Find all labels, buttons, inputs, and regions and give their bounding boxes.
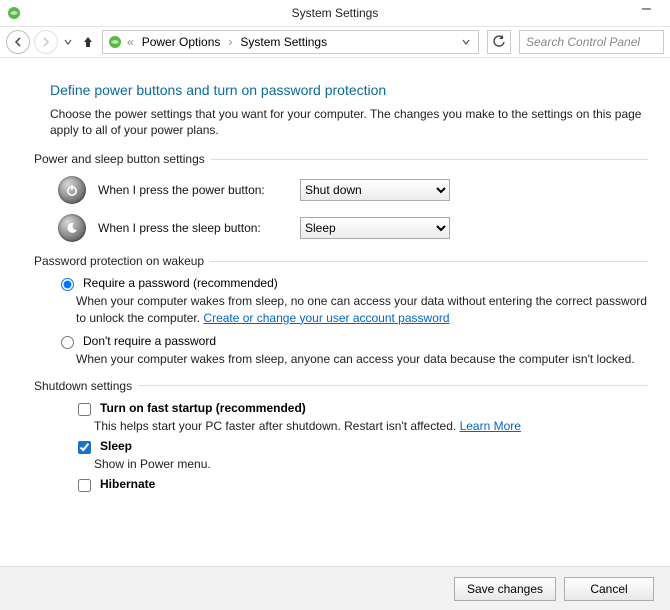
save-button[interactable]: Save changes [454,577,556,601]
sleep-button-select[interactable]: Do nothingSleepHibernateShut down [300,217,450,239]
sleep-desc: Show in Power menu. [94,457,648,471]
fast-startup-input[interactable] [78,403,91,416]
address-dropdown[interactable] [458,38,474,46]
require-password-input[interactable] [61,278,74,291]
address-bar[interactable]: « Power Options › System Settings [102,30,479,54]
hibernate-checkbox[interactable]: Hibernate [74,477,648,495]
window-title: System Settings [292,6,379,20]
recent-dropdown[interactable] [62,38,74,46]
power-button-label: When I press the power button: [98,183,288,197]
refresh-button[interactable] [487,30,511,54]
nav-bar: « Power Options › System Settings Search… [0,26,670,58]
content-area: Define power buttons and turn on passwor… [0,58,670,566]
no-password-label: Don't require a password [83,334,216,348]
up-button[interactable] [78,35,98,49]
chevron-left-icon: « [125,35,136,49]
power-button-select[interactable]: Do nothingSleepHibernateShut down [300,179,450,201]
breadcrumb-item[interactable]: System Settings [236,35,331,49]
sleep-input[interactable] [78,441,91,454]
app-icon [6,5,22,21]
breadcrumb-item[interactable]: Power Options [138,35,225,49]
require-password-radio[interactable]: Require a password (recommended) [56,276,648,291]
fast-startup-desc: This helps start your PC faster after sh… [94,419,648,433]
page-heading: Define power buttons and turn on passwor… [50,82,648,98]
cancel-button[interactable]: Cancel [564,577,654,601]
fast-startup-label: Turn on fast startup (recommended) [100,401,306,415]
power-icon [58,176,86,204]
fast-startup-checkbox[interactable]: Turn on fast startup (recommended) [74,401,648,419]
forward-button[interactable] [34,30,58,54]
breadcrumb-icon [107,34,123,50]
chevron-right-icon: › [226,35,234,49]
footer: Save changes Cancel [0,566,670,610]
minimize-button[interactable]: – [642,2,656,16]
moon-icon [58,214,86,242]
search-input[interactable]: Search Control Panel [519,30,664,54]
no-password-input[interactable] [61,336,74,349]
hibernate-input[interactable] [78,479,91,492]
search-placeholder: Search Control Panel [526,35,640,49]
section-power-buttons: Power and sleep button settings [34,152,648,166]
back-button[interactable] [6,30,30,54]
section-password: Password protection on wakeup [34,254,648,268]
no-password-radio[interactable]: Don't require a password [56,334,648,349]
require-password-desc: When your computer wakes from sleep, no … [76,293,648,325]
no-password-desc: When your computer wakes from sleep, any… [76,351,648,367]
section-shutdown: Shutdown settings [34,379,648,393]
sleep-button-row: When I press the sleep button: Do nothin… [58,214,648,242]
sleep-button-label: When I press the sleep button: [98,221,288,235]
create-password-link[interactable]: Create or change your user account passw… [203,311,449,325]
require-password-label: Require a password (recommended) [83,276,278,290]
learn-more-link[interactable]: Learn More [460,419,521,433]
hibernate-label: Hibernate [100,477,155,491]
power-button-row: When I press the power button: Do nothin… [58,176,648,204]
sleep-label: Sleep [100,439,132,453]
page-description: Choose the power settings that you want … [50,106,648,138]
title-bar: System Settings – [0,0,670,26]
sleep-checkbox[interactable]: Sleep [74,439,648,457]
